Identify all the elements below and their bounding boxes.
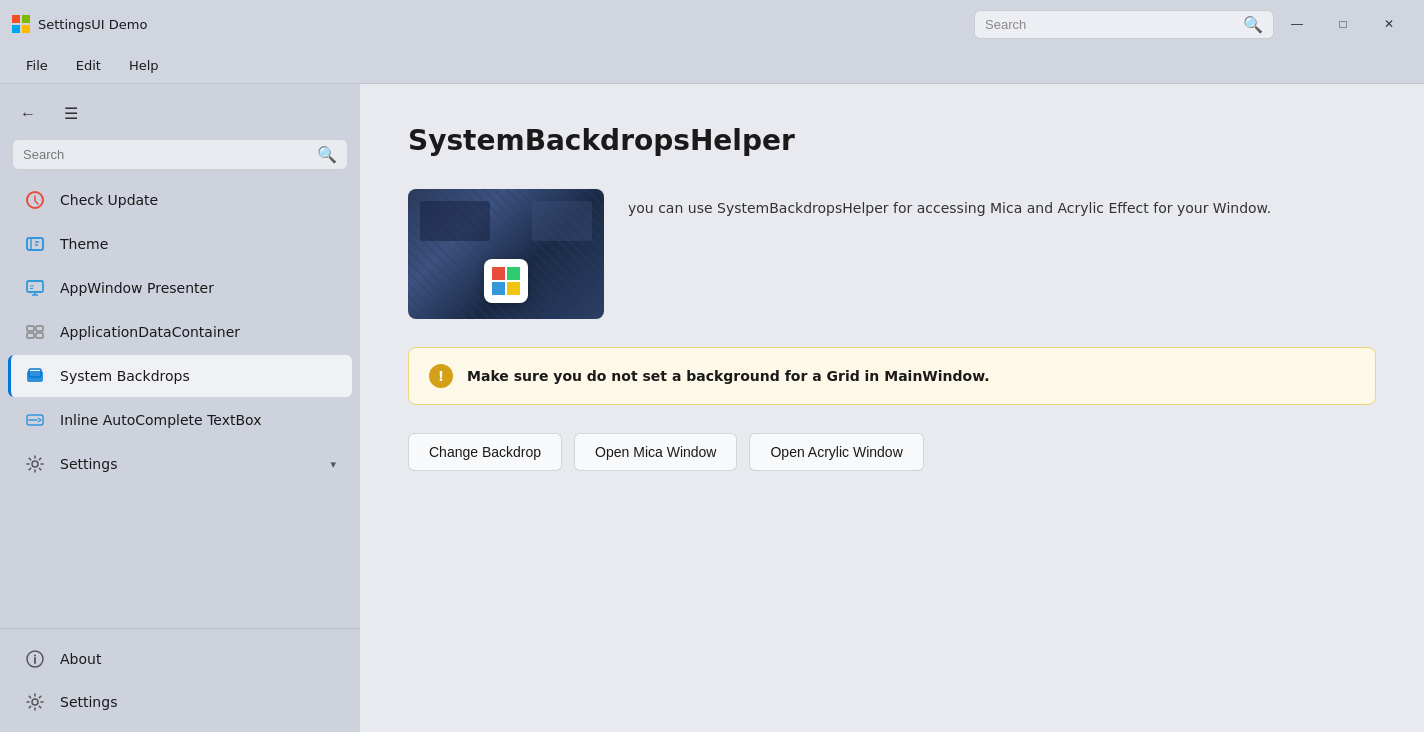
system-backdrops-label: System Backdrops [60,368,190,384]
menu-help[interactable]: Help [119,54,169,77]
sidebar-item-check-update[interactable]: Check Update [8,179,352,221]
content-area: SystemBackdropsHelper you can use System… [360,84,1424,732]
maximize-button[interactable]: □ [1320,8,1366,40]
menu-edit[interactable]: Edit [66,54,111,77]
settings-chevron-icon: ▾ [330,458,336,471]
sidebar-item-settings[interactable]: Settings ▾ [8,443,352,485]
check-update-label: Check Update [60,192,158,208]
hero-image-icon [484,259,528,303]
main-layout: ← ☰ 🔍 Check Update [0,84,1424,732]
grid-green [507,267,520,280]
settings-icon [24,453,46,475]
svg-point-17 [32,699,38,705]
svg-rect-5 [27,238,43,250]
theme-icon [24,233,46,255]
theme-label: Theme [60,236,108,252]
minimize-button[interactable]: — [1274,8,1320,40]
hero-description: you can use SystemBackdropsHelper for ac… [628,189,1271,219]
svg-rect-3 [22,25,30,33]
app-icon [12,15,30,33]
warning-box: ! Make sure you do not set a background … [408,347,1376,405]
top-search-icon: 🔍 [1243,15,1263,34]
top-search-box[interactable]: 🔍 [974,10,1274,39]
title-bar-search-area: 🔍 [974,10,1274,39]
sidebar-item-application-data-container[interactable]: ApplicationDataContainer [8,311,352,353]
page-title: SystemBackdropsHelper [408,124,1376,157]
settings-bottom-label: Settings [60,694,117,710]
grid-red [492,267,505,280]
hero-image [408,189,604,319]
svg-rect-8 [36,326,43,331]
action-buttons: Change Backdrop Open Mica Window Open Ac… [408,433,1376,471]
grid-blue [492,282,505,295]
change-backdrop-button[interactable]: Change Backdrop [408,433,562,471]
system-backdrops-icon [24,365,46,387]
warning-text: Make sure you do not set a background fo… [467,368,990,384]
about-icon [24,648,46,670]
sidebar: ← ☰ 🔍 Check Update [0,84,360,732]
hero-section: you can use SystemBackdropsHelper for ac… [408,189,1376,319]
svg-rect-1 [22,15,30,23]
appwindow-presenter-label: AppWindow Presenter [60,280,214,296]
svg-rect-9 [27,333,34,338]
svg-rect-10 [36,333,43,338]
grid-yellow [507,282,520,295]
svg-rect-7 [27,326,34,331]
check-update-icon [24,189,46,211]
svg-rect-2 [12,25,20,33]
sidebar-item-appwindow-presenter[interactable]: AppWindow Presenter [8,267,352,309]
menu-bar: File Edit Help [0,48,1424,84]
svg-point-14 [32,461,38,467]
title-bar-left: SettingsUI Demo [12,15,974,33]
menu-file[interactable]: File [16,54,58,77]
sidebar-bottom: About Settings [0,628,360,724]
about-label: About [60,651,101,667]
colorful-grid [492,267,520,295]
sidebar-item-inline-autocomplete[interactable]: Inline AutoComplete TextBox [8,399,352,441]
warning-icon: ! [429,364,453,388]
svg-rect-0 [12,15,20,23]
sidebar-search-input[interactable] [23,147,309,162]
open-mica-window-button[interactable]: Open Mica Window [574,433,737,471]
open-acrylic-window-button[interactable]: Open Acrylic Window [749,433,923,471]
settings-bottom-icon [24,691,46,713]
app-title-text: SettingsUI Demo [38,17,147,32]
close-button[interactable]: ✕ [1366,8,1412,40]
sidebar-item-theme[interactable]: Theme [8,223,352,265]
appwindow-presenter-icon [24,277,46,299]
back-button[interactable]: ← [16,101,40,127]
inline-autocomplete-label: Inline AutoComplete TextBox [60,412,261,428]
application-data-container-icon [24,321,46,343]
svg-rect-6 [27,281,43,292]
sidebar-item-about[interactable]: About [8,638,352,680]
inline-autocomplete-icon [24,409,46,431]
svg-point-16 [34,655,36,657]
sidebar-item-settings-bottom[interactable]: Settings [8,681,352,723]
sidebar-search-icon: 🔍 [317,145,337,164]
sidebar-search-box[interactable]: 🔍 [12,139,348,170]
sidebar-item-system-backdrops[interactable]: System Backdrops [8,355,352,397]
hamburger-button[interactable]: ☰ [56,100,86,127]
sidebar-header: ← ☰ [0,92,360,139]
application-data-container-label: ApplicationDataContainer [60,324,240,340]
window-controls: — □ ✕ [1274,8,1412,40]
settings-nav-label: Settings [60,456,117,472]
top-search-input[interactable] [985,17,1235,32]
title-bar: SettingsUI Demo 🔍 — □ ✕ [0,0,1424,48]
